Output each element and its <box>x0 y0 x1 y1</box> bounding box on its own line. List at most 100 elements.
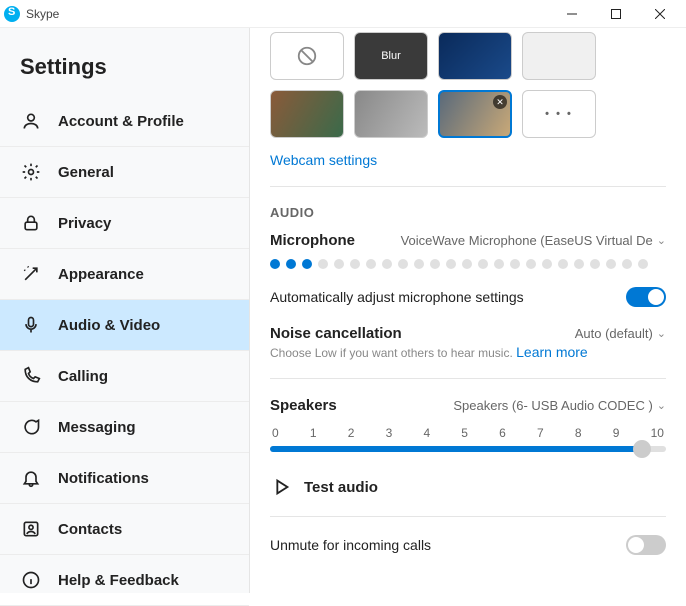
sidebar-item-audio-video[interactable]: Audio & Video <box>0 300 249 351</box>
close-button[interactable] <box>638 0 682 28</box>
level-dot <box>558 259 568 269</box>
slider-tick-label: 9 <box>613 426 620 440</box>
sidebar-item-label: Appearance <box>58 266 144 283</box>
level-dot <box>318 259 328 269</box>
bg-tile-preset-1[interactable] <box>438 32 512 80</box>
speakers-label: Speakers <box>270 397 337 414</box>
window-title: Skype <box>26 7 59 21</box>
noise-cancel-select[interactable]: Auto (default) ⌄ <box>575 326 666 341</box>
chevron-down-icon: ⌄ <box>657 234 666 247</box>
sidebar-item-help[interactable]: Help & Feedback <box>0 555 249 606</box>
test-audio-label: Test audio <box>304 479 378 496</box>
unmute-label: Unmute for incoming calls <box>270 537 431 553</box>
settings-content: Blur ✕ • • • Webcam settings AUDIO Micro… <box>250 28 686 593</box>
sidebar-item-label: General <box>58 164 114 181</box>
bg-tile-preset-2[interactable] <box>522 32 596 80</box>
contacts-icon <box>20 518 42 540</box>
bg-tile-preset-3[interactable] <box>270 90 344 138</box>
microphone-icon <box>20 314 42 336</box>
chevron-down-icon: ⌄ <box>657 399 666 412</box>
sidebar-item-account[interactable]: Account & Profile <box>0 96 249 147</box>
sidebar-item-label: Help & Feedback <box>58 572 179 589</box>
sidebar-item-privacy[interactable]: Privacy <box>0 198 249 249</box>
noise-learn-more-link[interactable]: Learn more <box>516 344 588 360</box>
sidebar-item-label: Notifications <box>58 470 149 487</box>
more-label: • • • <box>545 108 573 120</box>
speakers-device-select[interactable]: Speakers (6- USB Audio CODEC ) ⌄ <box>453 398 666 413</box>
remove-bg-icon[interactable]: ✕ <box>493 95 507 109</box>
bg-tile-more[interactable]: • • • <box>522 90 596 138</box>
sidebar-item-label: Contacts <box>58 521 122 538</box>
unmute-toggle[interactable] <box>626 535 666 555</box>
settings-sidebar: Settings Account & Profile General Priva… <box>0 28 250 593</box>
level-dot <box>446 259 456 269</box>
level-dot <box>414 259 424 269</box>
microphone-level-meter <box>270 259 666 269</box>
noise-cancel-value: Auto (default) <box>575 326 653 341</box>
maximize-button[interactable] <box>594 0 638 28</box>
play-icon <box>270 476 292 498</box>
slider-tick-label: 10 <box>651 426 664 440</box>
slider-tick-label: 6 <box>499 426 506 440</box>
auto-adjust-toggle[interactable] <box>626 287 666 307</box>
gear-icon <box>20 161 42 183</box>
chat-icon <box>20 416 42 438</box>
level-dot <box>350 259 360 269</box>
sidebar-item-label: Calling <box>58 368 108 385</box>
sidebar-item-contacts[interactable]: Contacts <box>0 504 249 555</box>
microphone-device-name: VoiceWave Microphone (EaseUS Virtual De <box>401 233 653 248</box>
level-dot <box>494 259 504 269</box>
bg-tile-preset-5[interactable]: ✕ <box>438 90 512 138</box>
sidebar-item-label: Account & Profile <box>58 113 184 130</box>
test-audio-button[interactable]: Test audio <box>270 476 666 498</box>
sidebar-item-messaging[interactable]: Messaging <box>0 402 249 453</box>
level-dot <box>382 259 392 269</box>
level-dot <box>462 259 472 269</box>
microphone-device-select[interactable]: VoiceWave Microphone (EaseUS Virtual De … <box>401 233 666 248</box>
level-dot <box>302 259 312 269</box>
level-dot <box>590 259 600 269</box>
bg-tile-none[interactable] <box>270 32 344 80</box>
bg-tile-blur[interactable]: Blur <box>354 32 428 80</box>
wand-icon <box>20 263 42 285</box>
sidebar-item-notifications[interactable]: Notifications <box>0 453 249 504</box>
sidebar-item-label: Audio & Video <box>58 317 160 334</box>
level-dot <box>334 259 344 269</box>
speakers-volume-slider[interactable]: 012345678910 <box>270 426 666 452</box>
minimize-button[interactable] <box>550 0 594 28</box>
level-dot <box>366 259 376 269</box>
phone-icon <box>20 365 42 387</box>
level-dot <box>574 259 584 269</box>
slider-tick-label: 0 <box>272 426 279 440</box>
level-dot <box>638 259 648 269</box>
auto-adjust-label: Automatically adjust microphone settings <box>270 289 524 305</box>
divider <box>270 186 666 187</box>
slider-tick-label: 3 <box>386 426 393 440</box>
sidebar-item-label: Messaging <box>58 419 136 436</box>
slider-tick-label: 1 <box>310 426 317 440</box>
slider-tick-label: 4 <box>423 426 430 440</box>
level-dot <box>622 259 632 269</box>
audio-section-label: AUDIO <box>270 205 666 220</box>
sidebar-item-general[interactable]: General <box>0 147 249 198</box>
sidebar-item-appearance[interactable]: Appearance <box>0 249 249 300</box>
slider-tick-label: 8 <box>575 426 582 440</box>
level-dot <box>510 259 520 269</box>
noise-cancel-hint: Choose Low if you want others to hear mu… <box>270 344 666 360</box>
level-dot <box>430 259 440 269</box>
level-dot <box>526 259 536 269</box>
level-dot <box>398 259 408 269</box>
slider-tick-label: 7 <box>537 426 544 440</box>
webcam-settings-link[interactable]: Webcam settings <box>270 152 377 168</box>
chevron-down-icon: ⌄ <box>657 327 666 340</box>
slider-thumb[interactable] <box>633 440 651 458</box>
microphone-label: Microphone <box>270 232 355 249</box>
noise-cancel-label: Noise cancellation <box>270 325 402 342</box>
lock-icon <box>20 212 42 234</box>
settings-heading: Settings <box>0 28 249 96</box>
divider <box>270 378 666 379</box>
level-dot <box>270 259 280 269</box>
sidebar-item-calling[interactable]: Calling <box>0 351 249 402</box>
skype-logo-icon <box>4 6 20 22</box>
bg-tile-preset-4[interactable] <box>354 90 428 138</box>
